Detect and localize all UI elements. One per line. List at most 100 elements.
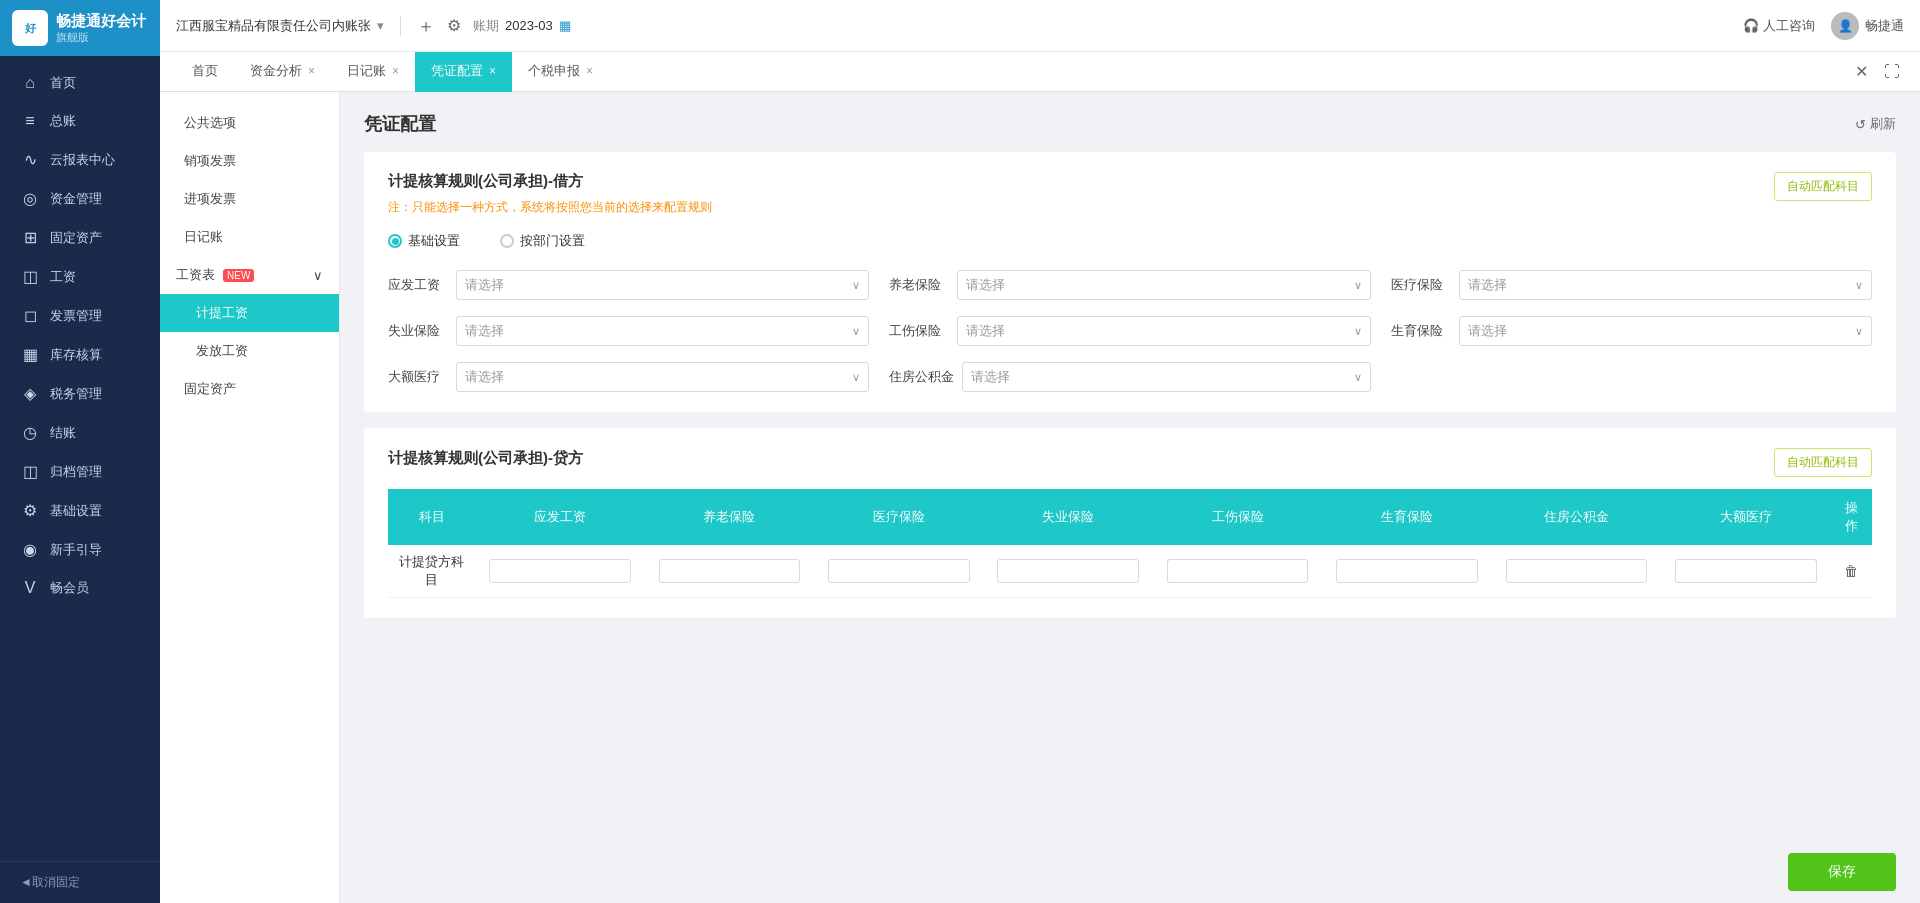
tab-journal-close[interactable]: × bbox=[392, 64, 399, 78]
sub-group-salary-table[interactable]: 工资表 NEW ∨ bbox=[160, 256, 339, 294]
sub-item-journal[interactable]: 日记账 bbox=[160, 218, 339, 256]
chevron-maternity-icon: ∨ bbox=[1855, 325, 1863, 338]
sub-item-public[interactable]: 公共选项 bbox=[160, 104, 339, 142]
cell-medical-input[interactable] bbox=[814, 545, 983, 598]
company-name: 江西服宝精品有限责任公司内账张 bbox=[176, 17, 371, 35]
sidebar-item-ledger[interactable]: ≡ 总账 bbox=[0, 102, 160, 140]
cancel-fixed-button[interactable]: ◄取消固定 bbox=[0, 861, 160, 903]
sidebar-item-salary[interactable]: ◫ 工资 bbox=[0, 257, 160, 296]
sidebar-item-archive[interactable]: ◫ 归档管理 bbox=[0, 452, 160, 491]
sidebar-item-invoice[interactable]: ◻ 发票管理 bbox=[0, 296, 160, 335]
tab-tax-close[interactable]: × bbox=[586, 64, 593, 78]
company-selector[interactable]: 江西服宝精品有限责任公司内账张 ▾ bbox=[176, 17, 384, 35]
invoice-icon: ◻ bbox=[20, 306, 40, 325]
cell-housing-fund-input[interactable] bbox=[1492, 545, 1661, 598]
sidebar-label-closing: 结账 bbox=[50, 424, 76, 442]
input-pension[interactable] bbox=[659, 559, 801, 583]
service-button[interactable]: 🎧 人工咨询 bbox=[1743, 17, 1815, 35]
select-housing-fund[interactable]: 请选择 ∨ bbox=[962, 362, 1370, 392]
refresh-button[interactable]: ↺ 刷新 bbox=[1855, 115, 1896, 133]
select-medical[interactable]: 请选择 ∨ bbox=[1459, 270, 1872, 300]
delete-row-button[interactable]: 🗑 bbox=[1844, 563, 1858, 579]
input-work-injury[interactable] bbox=[1167, 559, 1309, 583]
debit-section-card: 计提核算规则(公司承担)-借方 注：只能选择一种方式，系统将按照您当前的选择来配… bbox=[364, 152, 1896, 412]
select-unemployment[interactable]: 请选择 ∨ bbox=[456, 316, 869, 346]
select-maternity[interactable]: 请选择 ∨ bbox=[1459, 316, 1872, 346]
select-pension[interactable]: 请选择 ∨ bbox=[957, 270, 1370, 300]
cell-large-medical-input[interactable] bbox=[1661, 545, 1830, 598]
cell-salary-input[interactable] bbox=[475, 545, 644, 598]
chevron-pension-icon: ∨ bbox=[1354, 279, 1362, 292]
sub-label-sales: 销项发票 bbox=[184, 153, 236, 168]
settings-gear-icon[interactable]: ⚙ bbox=[447, 16, 461, 35]
select-large-medical[interactable]: 请选择 ∨ bbox=[456, 362, 869, 392]
salary-icon: ◫ bbox=[20, 267, 40, 286]
tab-journal[interactable]: 日记账 × bbox=[331, 52, 415, 92]
new-badge: NEW bbox=[223, 269, 254, 282]
col-action: 操作 bbox=[1831, 489, 1872, 545]
input-housing-fund[interactable] bbox=[1506, 559, 1648, 583]
close-tab-button[interactable]: ✕ bbox=[1851, 58, 1872, 85]
radio-group: 基础设置 按部门设置 bbox=[388, 232, 1872, 250]
content-area: 公共选项 销项发票 进项发票 日记账 工资表 NEW ∨ 计提工资 发 bbox=[160, 92, 1920, 903]
select-work-injury[interactable]: 请选择 ∨ bbox=[957, 316, 1370, 346]
cell-work-injury-input[interactable] bbox=[1153, 545, 1322, 598]
sidebar-item-reports[interactable]: ∿ 云报表中心 bbox=[0, 140, 160, 179]
chevron-large-medical-icon: ∨ bbox=[852, 371, 860, 384]
add-account-button[interactable]: ＋ bbox=[417, 14, 435, 38]
sub-item-sales[interactable]: 销项发票 bbox=[160, 142, 339, 180]
save-button[interactable]: 保存 bbox=[1788, 853, 1896, 891]
col-maternity: 生育保险 bbox=[1322, 489, 1491, 545]
auto-match-debit-button[interactable]: 自动匹配科目 bbox=[1774, 172, 1872, 201]
sub-item-fixed-assets[interactable]: 固定资产 bbox=[160, 370, 339, 408]
radio-department[interactable]: 按部门设置 bbox=[500, 232, 585, 250]
topbar-divider-1 bbox=[400, 16, 401, 36]
tab-voucher-close[interactable]: × bbox=[489, 64, 496, 78]
sidebar-item-tax[interactable]: ◈ 税务管理 bbox=[0, 374, 160, 413]
sidebar-item-home[interactable]: ⌂ 首页 bbox=[0, 64, 160, 102]
tab-home-label: 首页 bbox=[192, 62, 218, 80]
cell-delete[interactable]: 🗑 bbox=[1831, 545, 1872, 598]
sub-item-pay-salary[interactable]: 发放工资 bbox=[160, 332, 339, 370]
sidebar-label-ledger: 总账 bbox=[50, 112, 76, 130]
maximize-tab-button[interactable]: ⛶ bbox=[1880, 59, 1904, 85]
sidebar-item-settings[interactable]: ⚙ 基础设置 bbox=[0, 491, 160, 530]
sidebar-label-salary: 工资 bbox=[50, 268, 76, 286]
calendar-icon[interactable]: ▦ bbox=[559, 18, 571, 33]
input-maternity[interactable] bbox=[1336, 559, 1478, 583]
select-salary[interactable]: 请选择 ∨ bbox=[456, 270, 869, 300]
sidebar-item-capital[interactable]: ◎ 资金管理 bbox=[0, 179, 160, 218]
chevron-salary-icon: ∨ bbox=[852, 279, 860, 292]
sidebar-item-closing[interactable]: ◷ 结账 bbox=[0, 413, 160, 452]
radio-department-circle bbox=[500, 234, 514, 248]
input-large-medical[interactable] bbox=[1675, 559, 1817, 583]
sub-item-advance-salary[interactable]: 计提工资 bbox=[160, 294, 339, 332]
field-pension: 养老保险 请选择 ∨ bbox=[889, 270, 1370, 300]
chevron-down-icon: ∨ bbox=[313, 268, 323, 283]
sidebar-label-assets: 固定资产 bbox=[50, 229, 102, 247]
input-salary[interactable] bbox=[489, 559, 631, 583]
sidebar-item-assets[interactable]: ⊞ 固定资产 bbox=[0, 218, 160, 257]
sidebar-item-vip[interactable]: V 畅会员 bbox=[0, 569, 160, 607]
tab-home[interactable]: 首页 bbox=[176, 52, 234, 92]
select-unemployment-placeholder: 请选择 bbox=[465, 322, 504, 340]
input-unemployment[interactable] bbox=[997, 559, 1139, 583]
sidebar-item-guide[interactable]: ◉ 新手引导 bbox=[0, 530, 160, 569]
tab-voucher[interactable]: 凭证配置 × bbox=[415, 52, 512, 92]
sidebar-item-inventory[interactable]: ▦ 库存核算 bbox=[0, 335, 160, 374]
tab-tax[interactable]: 个税申报 × bbox=[512, 52, 609, 92]
cell-unemployment-input[interactable] bbox=[983, 545, 1152, 598]
guide-icon: ◉ bbox=[20, 540, 40, 559]
select-maternity-placeholder: 请选择 bbox=[1468, 322, 1507, 340]
sub-item-purchase[interactable]: 进项发票 bbox=[160, 180, 339, 218]
tab-capital-close[interactable]: × bbox=[308, 64, 315, 78]
tab-capital[interactable]: 资金分析 × bbox=[234, 52, 331, 92]
input-medical[interactable] bbox=[828, 559, 970, 583]
label-pension: 养老保险 bbox=[889, 276, 949, 294]
cell-pension-input[interactable] bbox=[645, 545, 814, 598]
cell-maternity-input[interactable] bbox=[1322, 545, 1491, 598]
radio-basic[interactable]: 基础设置 bbox=[388, 232, 460, 250]
user-menu[interactable]: 👤 畅捷通 bbox=[1831, 12, 1904, 40]
select-housing-fund-placeholder: 请选择 bbox=[971, 368, 1010, 386]
auto-match-credit-button[interactable]: 自动匹配科目 bbox=[1774, 448, 1872, 477]
